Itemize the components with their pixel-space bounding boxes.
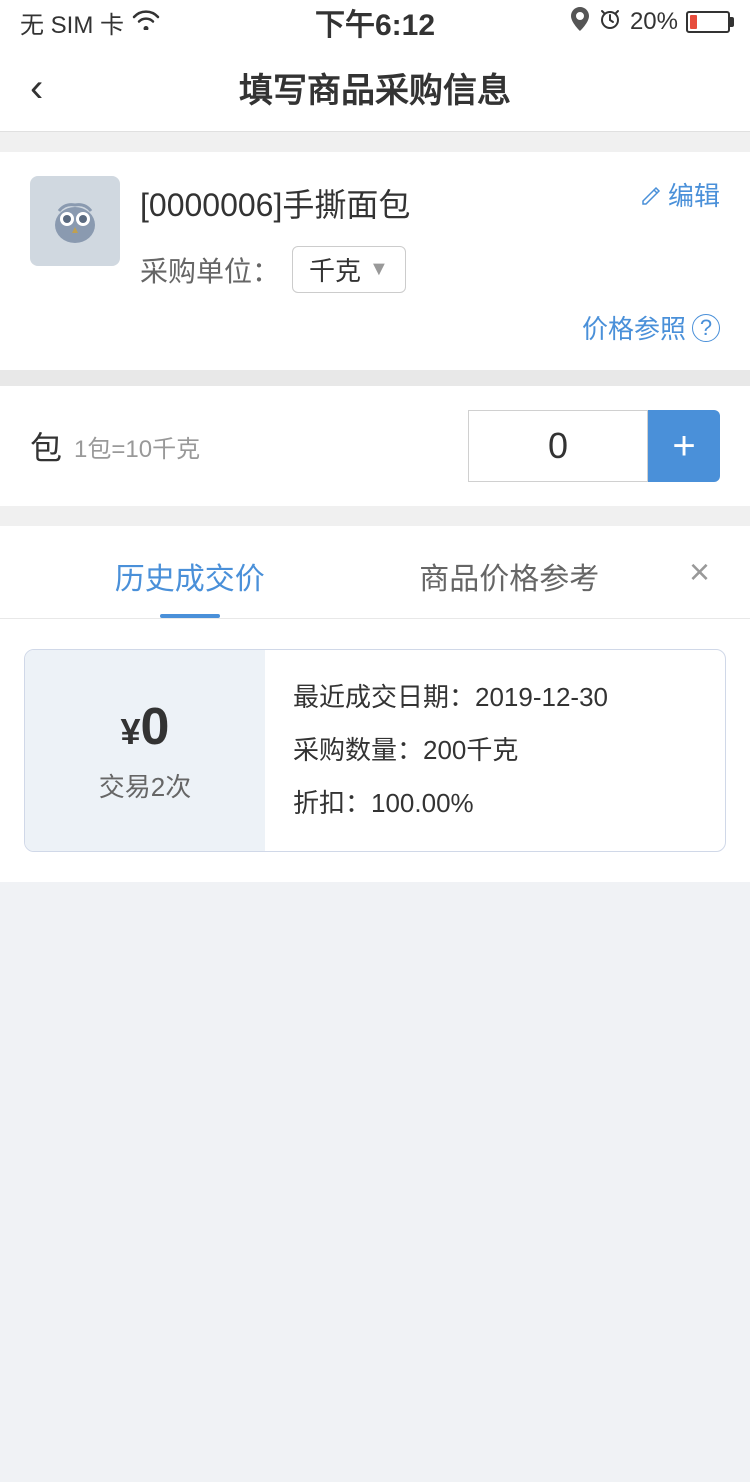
status-time: 下午6:12 [315,0,435,44]
quantity-unit-info: 包 1包=10千克 [30,423,200,469]
unit-select[interactable]: 千克 ▼ [292,246,406,293]
product-name: [0000006]手撕面包 [140,180,410,226]
tab-price-reference[interactable]: 商品价格参考 [349,526,668,618]
date-value: 2019-12-30 [475,682,608,712]
product-footer: 价格参照 ? [30,309,720,346]
quantity-row: 包 1包=10千克 0 + [0,386,750,506]
history-price-panel: ¥0 交易2次 [25,650,265,851]
status-left: 无 SIM 卡 [20,5,160,40]
qty-label: 采购数量： [293,735,423,765]
product-header: [0000006]手撕面包 采购单位： 千克 ▼ 编辑 [30,176,720,293]
wifi-icon [132,8,160,37]
alarm-icon [598,7,622,38]
discount-label: 折扣： [293,788,371,818]
status-bar: 无 SIM 卡 下午6:12 20% [0,0,750,44]
history-card: ¥0 交易2次 最近成交日期：2019-12-30 采购数量：200千克 折扣：… [24,649,726,852]
currency-symbol: ¥ [121,711,141,752]
unit-dropdown-arrow: ▼ [369,258,389,281]
history-price-value: ¥0 [121,697,170,757]
back-button[interactable]: ‹ [30,68,43,108]
quantity-unit-badge: 包 [30,423,62,469]
history-date-row: 最近成交日期：2019-12-30 [293,678,697,717]
carrier-text: 无 SIM 卡 [20,5,124,40]
tabs-header: 历史成交价 商品价格参考 × [0,526,750,619]
battery-text: 20% [630,8,678,36]
tab-history-price[interactable]: 历史成交价 [30,526,349,618]
quantity-plus-button[interactable]: + [648,410,720,482]
product-info: [0000006]手撕面包 采购单位： 千克 ▼ [30,176,410,293]
tabs-section: 历史成交价 商品价格参考 × ¥0 交易2次 最近成交日期：2019-12-30… [0,526,750,882]
price-ref-button[interactable]: 价格参照 ? [582,309,720,346]
status-right: 20% [570,7,730,38]
location-icon [570,7,590,38]
help-icon: ? [692,314,720,342]
product-card: [0000006]手撕面包 采购单位： 千克 ▼ 编辑 价格参照 ? [0,152,750,370]
unit-label: 采购单位： [140,250,280,290]
qty-value: 200千克 [423,735,518,765]
history-details-panel: 最近成交日期：2019-12-30 采购数量：200千克 折扣：100.00% [265,650,725,851]
price-ref-label: 价格参照 [582,309,686,346]
history-discount-row: 折扣：100.00% [293,784,697,823]
battery-icon [686,11,730,33]
tab-content: ¥0 交易2次 最近成交日期：2019-12-30 采购数量：200千克 折扣：… [0,619,750,882]
page-title: 填写商品采购信息 [239,63,511,112]
discount-value: 100.00% [371,788,474,818]
nav-bar: ‹ 填写商品采购信息 [0,44,750,132]
quantity-controls: 0 + [468,410,720,482]
edit-button[interactable]: 编辑 [640,176,720,213]
unit-conversion-text: 1包=10千克 [74,429,200,464]
page-background [0,882,750,1482]
unit-value: 千克 [309,251,361,288]
product-actions: 编辑 [640,176,720,213]
history-qty-row: 采购数量：200千克 [293,731,697,770]
history-trades-count: 交易2次 [99,767,191,804]
section-divider [0,370,750,386]
product-name-container: [0000006]手撕面包 采购单位： 千克 ▼ [140,176,410,293]
unit-row: 采购单位： 千克 ▼ [140,246,410,293]
date-label: 最近成交日期： [293,682,475,712]
quantity-input[interactable]: 0 [468,410,648,482]
tab-close-button[interactable]: × [679,541,720,603]
product-thumbnail [30,176,120,266]
